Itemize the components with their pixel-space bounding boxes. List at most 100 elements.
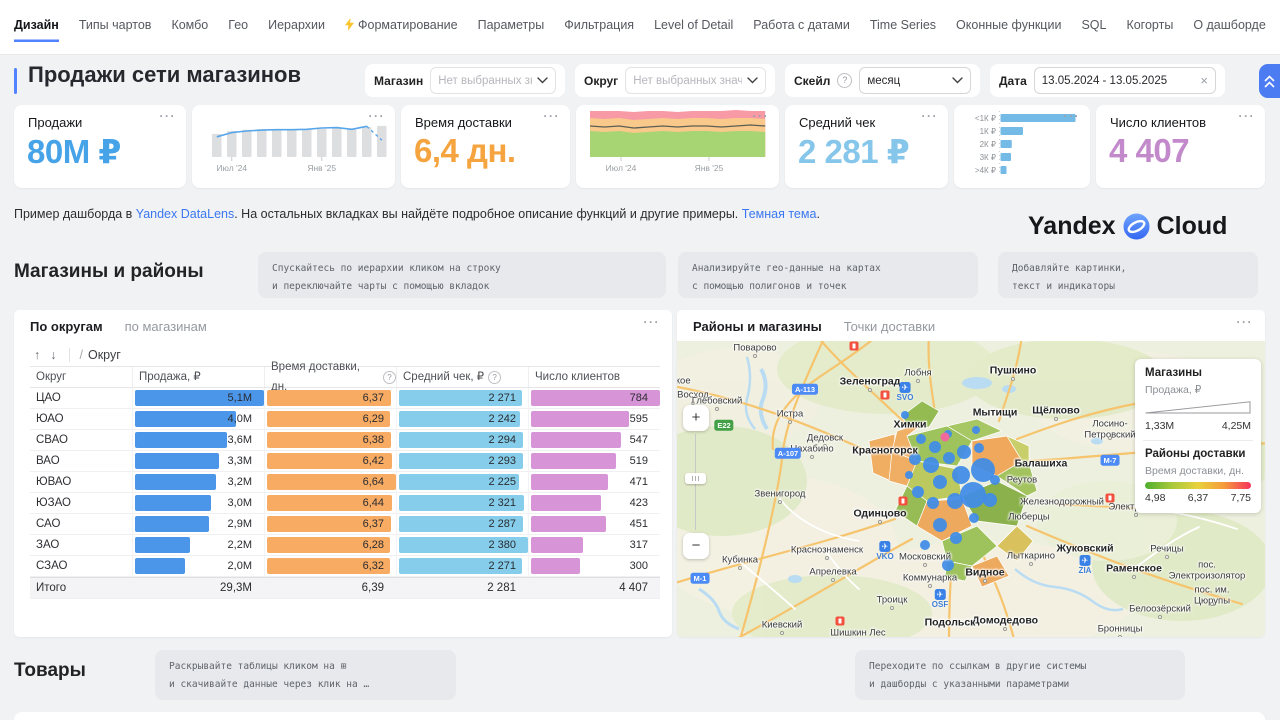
- nav-tab[interactable]: Типы чартов: [79, 18, 152, 42]
- store-bubble[interactable]: [950, 532, 962, 544]
- date-range-input[interactable]: 13.05.2024 - 13.05.2025×: [1034, 67, 1216, 94]
- table-row[interactable]: ЦАО5,1М6,372 271784: [30, 388, 660, 409]
- filter-dropdown[interactable]: месяц: [859, 67, 971, 94]
- nav-tab[interactable]: Гео: [228, 18, 248, 42]
- bar-value: 2 225: [488, 472, 516, 492]
- table-row[interactable]: ЮЗАО3,0М6,442 321423: [30, 493, 660, 514]
- table-row[interactable]: ЗАО2,2М6,282 380317: [30, 535, 660, 556]
- nav-tab[interactable]: Фильтрация: [564, 18, 634, 42]
- nav-tab[interactable]: Параметры: [478, 18, 545, 42]
- nav-tab[interactable]: Форматирование: [345, 18, 458, 42]
- store-bubble[interactable]: [990, 475, 1000, 485]
- cell-clients: 423: [529, 493, 660, 513]
- column-header[interactable]: Средний чек, ₽?: [397, 367, 529, 387]
- filter-dropdown[interactable]: Нет выбранных значений: [430, 67, 556, 94]
- store-bubble[interactable]: [974, 443, 984, 453]
- zoom-in-button[interactable]: +: [683, 405, 709, 431]
- store-bubble[interactable]: [943, 452, 955, 464]
- zoom-slider-handle[interactable]: [685, 473, 706, 484]
- store-bubble[interactable]: [901, 411, 909, 419]
- store-bubble[interactable]: [947, 493, 963, 509]
- store-bubble[interactable]: [933, 475, 947, 489]
- card-menu-button[interactable]: ···: [1064, 109, 1081, 123]
- table-row[interactable]: ЮВАО3,2М6,642 225471: [30, 472, 660, 493]
- card-menu-button[interactable]: ···: [369, 109, 386, 123]
- table-row[interactable]: ВАО3,3М6,422 293519: [30, 451, 660, 472]
- districts-table: ОкругПродажа, ₽Время доставки, дн.?Средн…: [30, 366, 660, 599]
- store-bubble[interactable]: [920, 540, 930, 550]
- sort-desc-icon[interactable]: ↓: [50, 348, 56, 362]
- nav-tab[interactable]: Оконные функции: [956, 18, 1061, 42]
- clear-icon[interactable]: ×: [1200, 74, 1208, 87]
- collapse-filters-button[interactable]: [1259, 64, 1280, 98]
- store-bubble[interactable]: [983, 493, 997, 507]
- column-header[interactable]: Число клиентов: [529, 367, 660, 387]
- zoom-out-button[interactable]: −: [683, 533, 709, 559]
- panel-tab[interactable]: Районы и магазины: [693, 319, 822, 334]
- nav-tab[interactable]: Time Series: [870, 18, 936, 42]
- table-row[interactable]: СЗАО2,0М6,322 271300: [30, 556, 660, 577]
- column-header[interactable]: Округ: [30, 367, 133, 387]
- total-value: 6,39: [362, 578, 384, 598]
- store-bubble[interactable]: [969, 513, 979, 523]
- nav-tab-label: SQL: [1081, 18, 1106, 32]
- nav-tab[interactable]: SQL: [1081, 18, 1106, 42]
- panel-tab[interactable]: По округам: [30, 319, 103, 334]
- store-bubble[interactable]: [972, 426, 980, 434]
- panel-menu-button[interactable]: ···: [1237, 315, 1254, 329]
- card-menu-button[interactable]: ···: [1239, 109, 1256, 123]
- store-bubble[interactable]: [952, 466, 970, 484]
- store-bubble[interactable]: [957, 445, 971, 459]
- bar-value: 471: [630, 472, 648, 492]
- panel-tab[interactable]: Точки доставки: [844, 319, 935, 334]
- card-menu-button[interactable]: ···: [922, 109, 939, 123]
- store-bubble[interactable]: [929, 441, 941, 453]
- cell-sales: 3,2М: [133, 472, 265, 492]
- districts-table-panel: По округам по магазинам ··· ↑ ↓ / Округ О…: [14, 310, 672, 637]
- breadcrumb[interactable]: Округ: [88, 348, 121, 362]
- nav-tab[interactable]: Дизайн: [14, 18, 59, 42]
- card-menu-button[interactable]: ···: [160, 109, 177, 123]
- panel-tab[interactable]: по магазинам: [125, 319, 207, 334]
- bar-value: 317: [630, 535, 648, 555]
- store-bubble[interactable]: [912, 486, 924, 498]
- table-row[interactable]: ЮАО4,0М6,292 242595: [30, 409, 660, 430]
- total-value: 4 407: [619, 578, 648, 598]
- sort-asc-icon[interactable]: ↑: [34, 348, 40, 362]
- store-bubble[interactable]: [942, 559, 954, 571]
- nav-tab[interactable]: Level of Detail: [654, 18, 733, 42]
- map-panel: Районы и магазины Точки доставки ···: [677, 310, 1265, 637]
- description-text: Пример дашборда в Yandex DataLens. На ос…: [14, 207, 820, 221]
- total-value: 29,3М: [220, 578, 252, 598]
- store-bubble-pink[interactable]: [941, 433, 950, 442]
- nav-tab[interactable]: Когорты: [1126, 18, 1173, 42]
- column-header[interactable]: Время доставки, дн.?: [265, 367, 397, 387]
- store-bubble[interactable]: [933, 518, 947, 532]
- nav-tab[interactable]: Работа с датами: [753, 18, 850, 42]
- table-row[interactable]: САО2,9М6,372 287451: [30, 514, 660, 535]
- svg-text:Июл '24: Июл '24: [216, 163, 247, 173]
- panel-menu-button[interactable]: ···: [644, 315, 661, 329]
- map-canvas[interactable]: ПоваровоЗеленоградЛобняПушкиноПетровское…: [677, 341, 1265, 637]
- table-row[interactable]: СВАО3,6М6,382 294547: [30, 430, 660, 451]
- hint-box: Спускайтесь по иерархии кликом на строку…: [258, 252, 666, 298]
- dark-theme-link[interactable]: Темная тема: [742, 207, 817, 221]
- store-bubble[interactable]: [960, 482, 986, 508]
- bar-value: 2,0М: [228, 556, 252, 576]
- nav-tab[interactable]: О дашборде: [1193, 18, 1266, 42]
- column-header[interactable]: Продажа, ₽: [133, 367, 265, 387]
- store-bubble[interactable]: [923, 457, 939, 473]
- card-menu-button[interactable]: ···: [544, 109, 561, 123]
- store-bubble[interactable]: [927, 497, 939, 509]
- kpi-title: Средний чек: [799, 115, 875, 130]
- store-bubble[interactable]: [909, 453, 921, 465]
- store-bubble[interactable]: [916, 434, 926, 444]
- table-toolbar: ↑ ↓ / Округ: [34, 346, 121, 364]
- filter-dropdown[interactable]: Нет выбранных значений: [625, 67, 766, 94]
- nav-tab[interactable]: Комбо: [171, 18, 208, 42]
- store-bubble[interactable]: [905, 471, 913, 479]
- card-menu-button[interactable]: ···: [753, 109, 770, 123]
- nav-tab[interactable]: Иерархии: [268, 18, 325, 42]
- datalens-link[interactable]: Yandex DataLens: [136, 207, 234, 221]
- cell-district: ЮЗАО: [30, 493, 133, 513]
